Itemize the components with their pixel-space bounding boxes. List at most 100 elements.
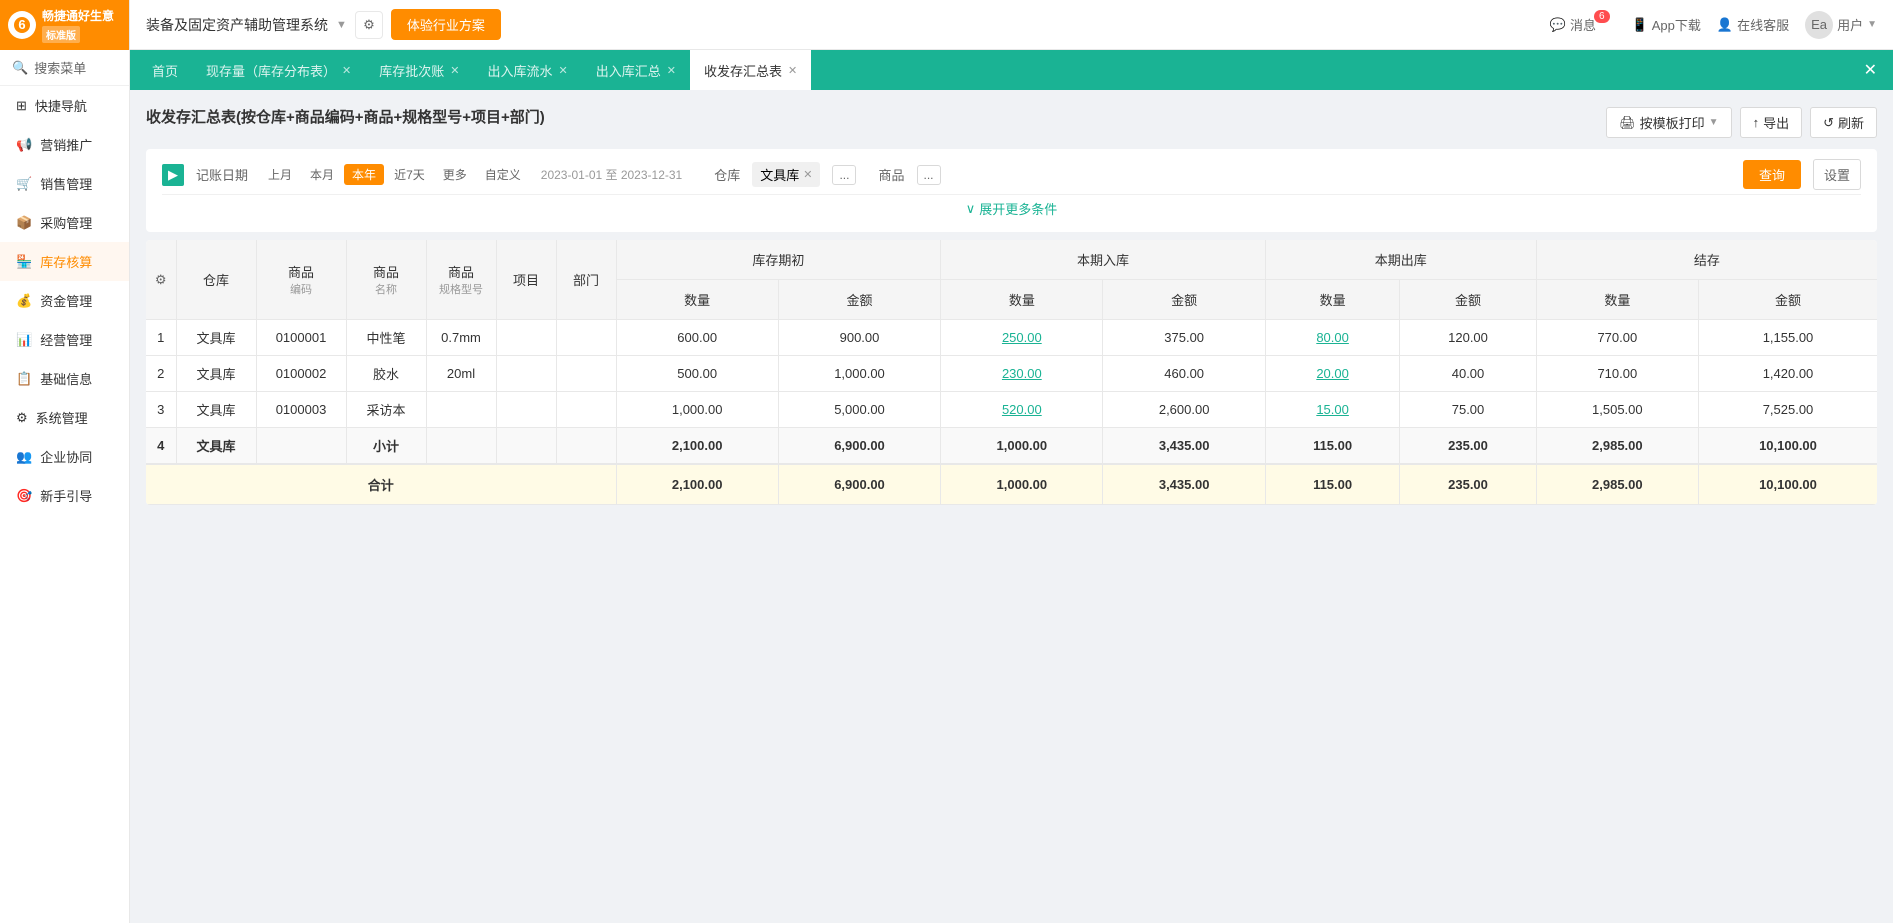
row-warehouse: 文具库 xyxy=(176,428,256,465)
system-icon: ⚙ xyxy=(16,410,28,426)
sidebar-item-basic[interactable]: 📋 基础信息 xyxy=(0,359,129,398)
sidebar-item-marketing[interactable]: 📢 营销推广 xyxy=(0,125,129,164)
gear-icon: ⚙ xyxy=(363,17,375,33)
col-in-amt: 金额 xyxy=(1103,280,1265,320)
row-out-qty[interactable]: 15.00 xyxy=(1265,392,1400,428)
row-in-amt: 375.00 xyxy=(1103,320,1265,356)
goods-label: 商品 xyxy=(878,165,904,184)
sidebar-item-inventory[interactable]: 🏪 库存核算 xyxy=(0,242,129,281)
date-btn-more[interactable]: 更多 xyxy=(435,164,475,185)
tab-close-flow[interactable]: ✕ xyxy=(559,64,568,77)
tab-home[interactable]: 首页 xyxy=(138,50,192,90)
row-opening-amt: 5,000.00 xyxy=(778,392,940,428)
expand-icon: ∨ xyxy=(966,201,976,217)
col-in-qty: 数量 xyxy=(941,280,1103,320)
row-out-qty[interactable]: 20.00 xyxy=(1265,356,1400,392)
row-dept xyxy=(556,392,616,428)
tab-summary[interactable]: 出入库汇总 ✕ xyxy=(582,50,690,90)
sidebar-item-operations[interactable]: 📊 经营管理 xyxy=(0,320,129,359)
row-in-amt: 460.00 xyxy=(1103,356,1265,392)
settings-button[interactable]: ⚙ xyxy=(355,11,383,39)
row-out-qty[interactable]: 80.00 xyxy=(1265,320,1400,356)
trial-button[interactable]: 体验行业方案 xyxy=(391,9,501,40)
col-spec-header: 商品 规格型号 xyxy=(426,240,496,320)
tab-flow[interactable]: 出入库流水 ✕ xyxy=(473,50,581,90)
tab-inventory-dist[interactable]: 现存量（库存分布表） ✕ xyxy=(192,50,365,90)
page-content: 收发存汇总表(按仓库+商品编码+商品+规格型号+项目+部门) 🖨 按模板打印 ▼… xyxy=(130,90,1893,923)
col-out-amt: 金额 xyxy=(1400,280,1536,320)
row-in-qty[interactable]: 250.00 xyxy=(941,320,1103,356)
date-options: 上月 本月 本年 近7天 更多 自定义 xyxy=(260,164,529,185)
tab-close-summary[interactable]: ✕ xyxy=(667,64,676,77)
sidebar-item-sales[interactable]: 🛒 销售管理 xyxy=(0,164,129,203)
filter-panel: ▶ 记账日期 上月 本月 本年 近7天 更多 自定义 2023-01-01 至 … xyxy=(146,149,1877,232)
warehouse-tag-close[interactable]: ✕ xyxy=(803,168,812,181)
sidebar-item-guide[interactable]: 🎯 新手引导 xyxy=(0,476,129,515)
sidebar-item-quick-nav[interactable]: ⊞ 快捷导航 xyxy=(0,86,129,125)
query-button[interactable]: 查询 xyxy=(1743,160,1801,189)
row-code: 0100003 xyxy=(256,392,346,428)
row-name: 胶水 xyxy=(346,356,426,392)
footer-out-amt: 235.00 xyxy=(1400,464,1536,505)
filter-collapse-btn[interactable]: ▶ xyxy=(162,164,184,186)
footer-totals-row: 合计 2,100.00 6,900.00 1,000.00 3,435.00 1… xyxy=(146,464,1877,505)
row-warehouse: 文具库 xyxy=(176,320,256,356)
row-name: 中性笔 xyxy=(346,320,426,356)
message-icon: 💬 xyxy=(1550,17,1566,33)
col-project-header: 项目 xyxy=(496,240,556,320)
tab-batch[interactable]: 库存批次账 ✕ xyxy=(365,50,473,90)
filter-settings-btn[interactable]: 设置 xyxy=(1813,159,1861,190)
row-no: 1 xyxy=(146,320,176,356)
date-btn-last-month[interactable]: 上月 xyxy=(260,164,300,185)
row-opening-qty: 500.00 xyxy=(616,356,778,392)
row-dept xyxy=(556,320,616,356)
goods-more-btn[interactable]: ... xyxy=(917,165,941,185)
header-left: 装备及固定资产辅助管理系统 ▼ ⚙ 体验行业方案 xyxy=(146,9,501,40)
expand-conditions-btn[interactable]: ∨ 展开更多条件 xyxy=(162,194,1861,222)
row-dept xyxy=(556,428,616,465)
row-in-qty[interactable]: 520.00 xyxy=(941,392,1103,428)
footer-closing-amt: 10,100.00 xyxy=(1698,464,1877,505)
date-btn-7days[interactable]: 近7天 xyxy=(386,164,433,185)
date-btn-this-month[interactable]: 本月 xyxy=(302,164,342,185)
col-dept-header: 部门 xyxy=(556,240,616,320)
col-opening-qty: 数量 xyxy=(616,280,778,320)
tab-receive-send[interactable]: 收发存汇总表 ✕ xyxy=(690,50,811,90)
sidebar-item-system[interactable]: ⚙ 系统管理 xyxy=(0,398,129,437)
tab-close-inventory-dist[interactable]: ✕ xyxy=(342,64,351,77)
tab-close-receive-send[interactable]: ✕ xyxy=(788,64,797,77)
col-in-header: 本期入库 xyxy=(941,240,1266,280)
sidebar-logo: 6 畅捷通好生意 标准版 xyxy=(0,0,129,50)
sidebar-item-finance[interactable]: 💰 资金管理 xyxy=(0,281,129,320)
row-spec xyxy=(426,392,496,428)
message-button[interactable]: 💬 消息 6 xyxy=(1550,15,1616,34)
sidebar-item-enterprise[interactable]: 👥 企业协同 xyxy=(0,437,129,476)
search-menu[interactable]: 🔍 搜索菜单 xyxy=(0,50,129,86)
table-row: 3文具库0100003采访本1,000.005,000.00520.002,60… xyxy=(146,392,1877,428)
app-download-button[interactable]: 📱 App下载 xyxy=(1632,15,1701,34)
row-closing-amt: 1,420.00 xyxy=(1698,356,1877,392)
tab-bar: 首页 现存量（库存分布表） ✕ 库存批次账 ✕ 出入库流水 ✕ 出入库汇总 ✕ … xyxy=(130,50,1893,90)
tab-close-batch[interactable]: ✕ xyxy=(450,64,459,77)
date-btn-this-year[interactable]: 本年 xyxy=(344,164,384,185)
marketing-icon: 📢 xyxy=(16,137,32,153)
row-opening-amt: 1,000.00 xyxy=(778,356,940,392)
online-service-button[interactable]: 👤 在线客服 xyxy=(1717,15,1789,34)
footer-opening-amt: 6,900.00 xyxy=(778,464,940,505)
footer-out-qty: 115.00 xyxy=(1265,464,1400,505)
warehouse-more-btn[interactable]: ... xyxy=(832,165,856,185)
user-menu[interactable]: Ea 用户 ▼ xyxy=(1805,11,1877,39)
tab-bar-close-all[interactable]: ✕ xyxy=(1856,60,1885,80)
purchase-icon: 📦 xyxy=(16,215,32,231)
row-in-qty[interactable]: 230.00 xyxy=(941,356,1103,392)
row-name: 采访本 xyxy=(346,392,426,428)
row-code: 0100002 xyxy=(256,356,346,392)
export-button[interactable]: ↑ 导出 xyxy=(1740,107,1803,138)
date-btn-custom[interactable]: 自定义 xyxy=(477,164,529,185)
avatar: Ea xyxy=(1805,11,1833,39)
sidebar-item-purchase[interactable]: 📦 采购管理 xyxy=(0,203,129,242)
col-settings[interactable]: ⚙ xyxy=(146,240,176,320)
inventory-icon: 🏪 xyxy=(16,254,32,270)
refresh-button[interactable]: ↺ 刷新 xyxy=(1810,107,1877,138)
print-button[interactable]: 🖨 按模板打印 ▼ xyxy=(1606,107,1731,138)
